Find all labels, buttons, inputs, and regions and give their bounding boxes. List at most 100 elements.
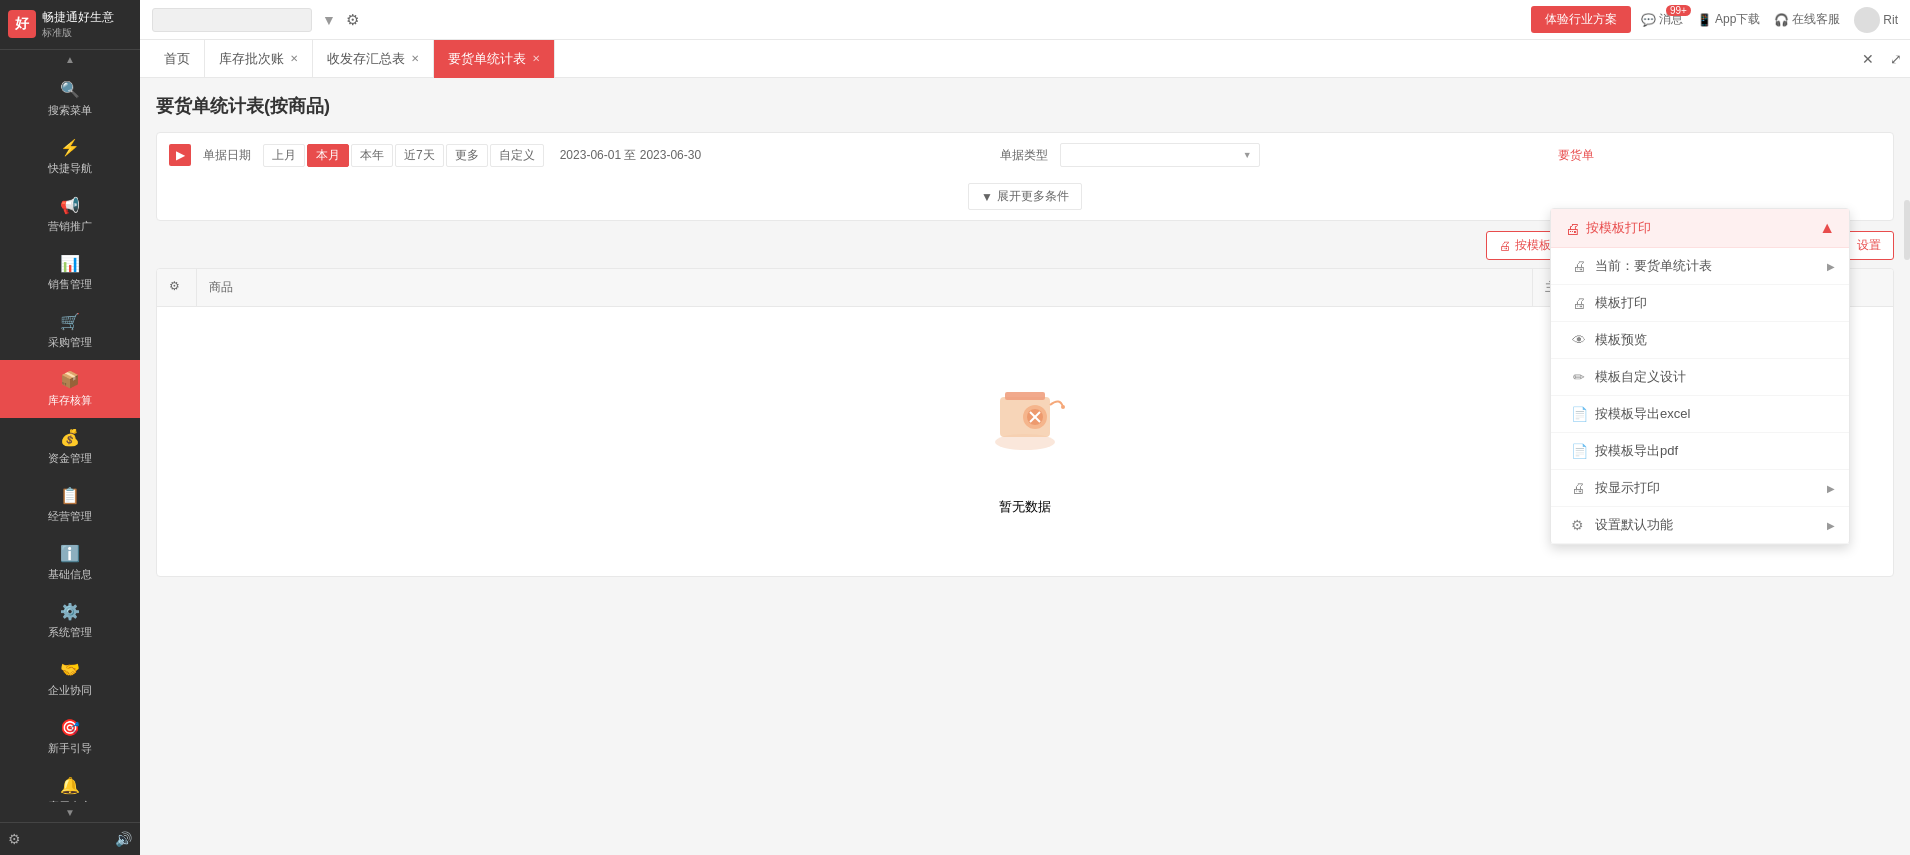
avatar	[1854, 7, 1880, 33]
tab-order-stats[interactable]: 要货单统计表 ✕	[434, 40, 555, 78]
type-select[interactable]	[1060, 143, 1260, 167]
dropdown-template-design[interactable]: ✏ 模板自定义设计	[1551, 359, 1849, 396]
tab-receipt-summary[interactable]: 收发存汇总表 ✕	[313, 40, 434, 78]
sidebar-item-marketing[interactable]: 📢 营销推广	[0, 186, 140, 244]
print-dropdown: 🖨 按模板打印 ▲ 🖨 当前：要货单统计表 ▶ 🖨 模板打印 👁 模板预览 ✏ …	[1550, 208, 1850, 545]
dropdown-display-print[interactable]: 🖨 按显示打印 ▶	[1551, 470, 1849, 507]
message-icon: 💬	[1641, 13, 1656, 27]
sidebar-item-finance[interactable]: 💰 资金管理	[0, 418, 140, 476]
sidebar-item-operation[interactable]: 📋 经营管理	[0, 476, 140, 534]
settings-btn[interactable]: 设置	[1844, 231, 1894, 260]
tab-receipt-summary-close[interactable]: ✕	[411, 53, 419, 64]
printer-icon: 🖨	[1499, 239, 1511, 253]
empty-illustration	[975, 367, 1075, 486]
set-default-arrow: ▶	[1827, 520, 1835, 531]
sidebar-item-appstore[interactable]: 🔔 应用中心	[0, 766, 140, 802]
inventory-icon: 📦	[60, 370, 80, 389]
resize-window-btn[interactable]: ⤢	[1882, 51, 1910, 67]
app-download-icon: 📱	[1697, 13, 1712, 27]
appstore-icon: 🔔	[60, 776, 80, 795]
sidebar-item-search[interactable]: 🔍 搜索菜单	[0, 70, 140, 128]
header-settings-icon[interactable]: ⚙	[346, 11, 359, 29]
sidebar-footer: ⚙ 🔊	[0, 822, 140, 855]
goods-type-label: 要货单	[1558, 147, 1594, 164]
resize-handle[interactable]	[1904, 200, 1910, 260]
empty-text: 暂无数据	[999, 498, 1051, 516]
set-default-icon: ⚙	[1571, 517, 1587, 533]
search-input[interactable]	[152, 8, 312, 32]
dropdown-set-default[interactable]: ⚙ 设置默认功能 ▶	[1551, 507, 1849, 544]
footer-speaker-icon[interactable]: 🔊	[115, 831, 132, 847]
th-settings[interactable]: ⚙	[157, 269, 197, 306]
display-print-icon: 🖨	[1571, 480, 1587, 496]
system-icon: ⚙️	[60, 602, 80, 621]
footer-settings-icon[interactable]: ⚙	[8, 831, 21, 847]
tab-batch-account-close[interactable]: ✕	[290, 53, 298, 64]
guide-icon: 🎯	[60, 718, 80, 737]
date-btn-this-month[interactable]: 本月	[307, 144, 349, 167]
svg-rect-2	[1005, 392, 1045, 400]
app-download-item[interactable]: 📱 App下载	[1697, 11, 1760, 28]
header-dropdown-arrow[interactable]: ▼	[322, 12, 336, 28]
sidebar: 好 畅捷通好生意 标准版 ▲ 🔍 搜索菜单 ⚡ 快捷导航 📢 营销推广 📊 销售…	[0, 0, 140, 855]
date-btn-more[interactable]: 更多	[446, 144, 488, 167]
dropdown-template-preview[interactable]: 👁 模板预览	[1551, 322, 1849, 359]
purchase-icon: 🛒	[60, 312, 80, 331]
tab-order-stats-close[interactable]: ✕	[532, 53, 540, 64]
sidebar-item-collab[interactable]: 🤝 企业协同	[0, 650, 140, 708]
date-filter-label: 单据日期	[203, 147, 251, 164]
user-avatar-item[interactable]: Rit	[1854, 7, 1898, 33]
date-btn-custom[interactable]: 自定义	[490, 144, 544, 167]
template-print-icon: 🖨	[1571, 295, 1587, 311]
app-logo-icon: 好	[8, 10, 36, 38]
sidebar-item-guide[interactable]: 🎯 新手引导	[0, 708, 140, 766]
date-btn-7days[interactable]: 近7天	[395, 144, 444, 167]
message-item[interactable]: 💬 消息 99+	[1641, 11, 1683, 28]
collab-icon: 🤝	[60, 660, 80, 679]
svg-point-7	[1061, 405, 1065, 409]
tab-home[interactable]: 首页	[150, 40, 205, 78]
page-title: 要货单统计表(按商品)	[156, 94, 1894, 118]
dropdown-current-template[interactable]: 🖨 当前：要货单统计表 ▶	[1551, 248, 1849, 285]
dropdown-export-pdf[interactable]: 📄 按模板导出pdf	[1551, 433, 1849, 470]
date-buttons: 上月 本月 本年 近7天 更多 自定义	[263, 144, 544, 167]
service-icon: 🎧	[1774, 13, 1789, 27]
quick-nav-icon: ⚡	[60, 138, 80, 157]
sidebar-item-system[interactable]: ⚙️ 系统管理	[0, 592, 140, 650]
dropdown-template-print[interactable]: 🖨 模板打印	[1551, 285, 1849, 322]
tab-batch-account[interactable]: 库存批次账 ✕	[205, 40, 313, 78]
close-window-btn[interactable]: ✕	[1854, 51, 1882, 67]
top-right: 💬 消息 99+ 📱 App下载 🎧 在线客服 Rit	[1641, 7, 1898, 33]
expand-icon: ▼	[981, 190, 993, 204]
dropdown-export-excel[interactable]: 📄 按模板导出excel	[1551, 396, 1849, 433]
sidebar-item-purchase[interactable]: 🛒 采购管理	[0, 302, 140, 360]
sidebar-item-inventory[interactable]: 📦 库存核算	[0, 360, 140, 418]
operation-icon: 📋	[60, 486, 80, 505]
finance-icon: 💰	[60, 428, 80, 447]
sales-icon: 📊	[60, 254, 80, 273]
online-service-item[interactable]: 🎧 在线客服	[1774, 11, 1840, 28]
table-settings-icon[interactable]: ⚙	[169, 279, 180, 293]
template-preview-icon: 👁	[1571, 332, 1587, 348]
main-area: ▼ ⚙ 体验行业方案 💬 消息 99+ 📱 App下载 🎧 在线客服 Rit	[140, 0, 1910, 855]
dropdown-header: 🖨 按模板打印 ▲	[1551, 209, 1849, 248]
date-btn-last-month[interactable]: 上月	[263, 144, 305, 167]
expand-more-btn[interactable]: ▼ 展开更多条件	[968, 183, 1082, 210]
sidebar-item-basic[interactable]: ℹ️ 基础信息	[0, 534, 140, 592]
date-btn-this-year[interactable]: 本年	[351, 144, 393, 167]
message-badge: 99+	[1666, 5, 1691, 16]
dropdown-printer-icon: 🖨	[1565, 220, 1580, 237]
sidebar-scroll: 🔍 搜索菜单 ⚡ 快捷导航 📢 营销推广 📊 销售管理 🛒 采购管理 📦 库存核…	[0, 70, 140, 802]
dropdown-close-btn[interactable]: ▲	[1819, 219, 1835, 237]
sidebar-scroll-up[interactable]: ▲	[0, 50, 140, 70]
sidebar-item-quick-nav[interactable]: ⚡ 快捷导航	[0, 128, 140, 186]
sidebar-scroll-down[interactable]: ▼	[0, 802, 140, 822]
industry-btn[interactable]: 体验行业方案	[1531, 6, 1631, 33]
app-name: 畅捷通好生意 标准版	[42, 10, 114, 39]
filter-expand-icon[interactable]: ▶	[169, 144, 191, 166]
top-header: ▼ ⚙ 体验行业方案 💬 消息 99+ 📱 App下载 🎧 在线客服 Rit	[140, 0, 1910, 40]
sidebar-item-sales[interactable]: 📊 销售管理	[0, 244, 140, 302]
date-range-display: 2023-06-01 至 2023-06-30	[560, 147, 701, 164]
display-print-arrow: ▶	[1827, 483, 1835, 494]
export-excel-icon: 📄	[1571, 406, 1587, 422]
